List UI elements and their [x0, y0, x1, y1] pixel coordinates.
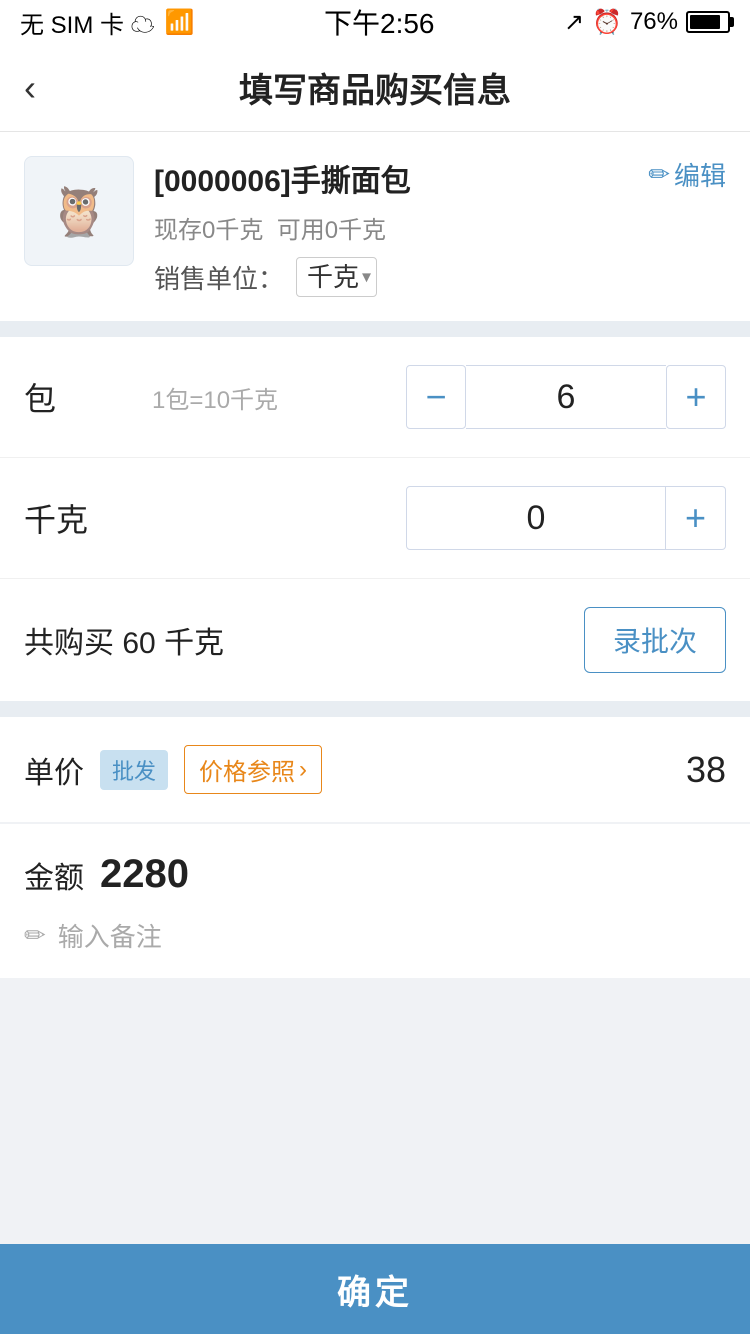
confirm-button[interactable]: 确定: [0, 1244, 750, 1334]
package-plus-button[interactable]: +: [666, 365, 726, 429]
sim-label: 无 SIM 卡 ☁: [20, 5, 155, 40]
product-card: 🦉 [0000006]手撕面包 现存0千克 可用0千克 销售单位： 千克 ✏ 编…: [0, 132, 750, 321]
alarm-icon: ⏰: [592, 8, 622, 37]
status-bar: 无 SIM 卡 ☁ 📶 下午2:56 ↗ ⏰ 76%: [0, 0, 750, 44]
kg-qty-row: 千克 +: [0, 458, 750, 579]
package-qty-input[interactable]: [466, 365, 666, 429]
location-icon: ↗: [564, 8, 584, 37]
product-unit-row: 销售单位： 千克: [154, 257, 726, 297]
unit-select[interactable]: 千克: [296, 257, 377, 297]
total-row: 共购买 60 千克 录批次: [0, 579, 750, 701]
status-time: 下午2:56: [324, 2, 435, 42]
kg-qty-input[interactable]: [406, 486, 666, 550]
edit-icon: ✏: [648, 159, 670, 190]
wifi-icon: 📶: [165, 8, 195, 37]
page-title: 填写商品购买信息: [239, 63, 511, 112]
product-image: 🦉: [24, 156, 134, 266]
qty-section: 包 1包=10千克 − + 千克 +: [0, 337, 750, 579]
amount-row: 金额 2280: [24, 852, 726, 897]
divider-1: [0, 321, 750, 337]
nav-bar: ‹ 填写商品购买信息: [0, 44, 750, 132]
price-tag: 批发: [100, 750, 168, 790]
package-minus-button[interactable]: −: [406, 365, 466, 429]
edit-button[interactable]: ✏ 编辑: [648, 156, 726, 193]
kg-plus-button[interactable]: +: [666, 486, 726, 550]
product-name: [0000006]手撕面包: [154, 156, 726, 200]
status-right: ↗ ⏰ 76%: [564, 8, 730, 37]
product-stock: 现存0千克 可用0千克: [154, 210, 726, 245]
package-qty-controls: − +: [406, 365, 726, 429]
kg-label: 千克: [24, 495, 144, 541]
pencil-icon: ✏: [24, 920, 46, 951]
unit-select-wrapper[interactable]: 千克: [296, 257, 377, 297]
battery-icon: [686, 11, 730, 33]
price-label: 单价: [24, 748, 84, 792]
amount-label: 金额: [24, 853, 84, 897]
total-text: 共购买 60 千克: [24, 618, 224, 662]
price-value: 38: [686, 749, 726, 791]
spacer: [0, 978, 750, 1278]
package-label: 包: [24, 374, 144, 420]
remark-row[interactable]: ✏ 输入备注: [24, 917, 726, 954]
price-ref-button[interactable]: 价格参照 ›: [184, 745, 322, 794]
record-batch-button[interactable]: 录批次: [584, 607, 726, 673]
confirm-button-label: 确定: [337, 1265, 413, 1314]
battery-percent: 76%: [630, 8, 678, 36]
package-qty-row: 包 1包=10千克 − +: [0, 337, 750, 458]
product-info: [0000006]手撕面包 现存0千克 可用0千克 销售单位： 千克: [154, 156, 726, 297]
amount-value: 2280: [100, 852, 189, 897]
product-logo: 🦉: [49, 183, 109, 240]
back-button[interactable]: ‹: [24, 67, 36, 109]
amount-card: 金额 2280 ✏ 输入备注: [0, 824, 750, 978]
remark-label: 输入备注: [58, 917, 162, 954]
price-row: 单价 批发 价格参照 › 38: [0, 717, 750, 822]
kg-qty-controls: +: [406, 486, 726, 550]
package-sublabel: 1包=10千克: [152, 380, 406, 415]
status-left: 无 SIM 卡 ☁ 📶: [20, 5, 195, 40]
divider-2: [0, 701, 750, 717]
unit-label: 销售单位：: [154, 259, 284, 296]
